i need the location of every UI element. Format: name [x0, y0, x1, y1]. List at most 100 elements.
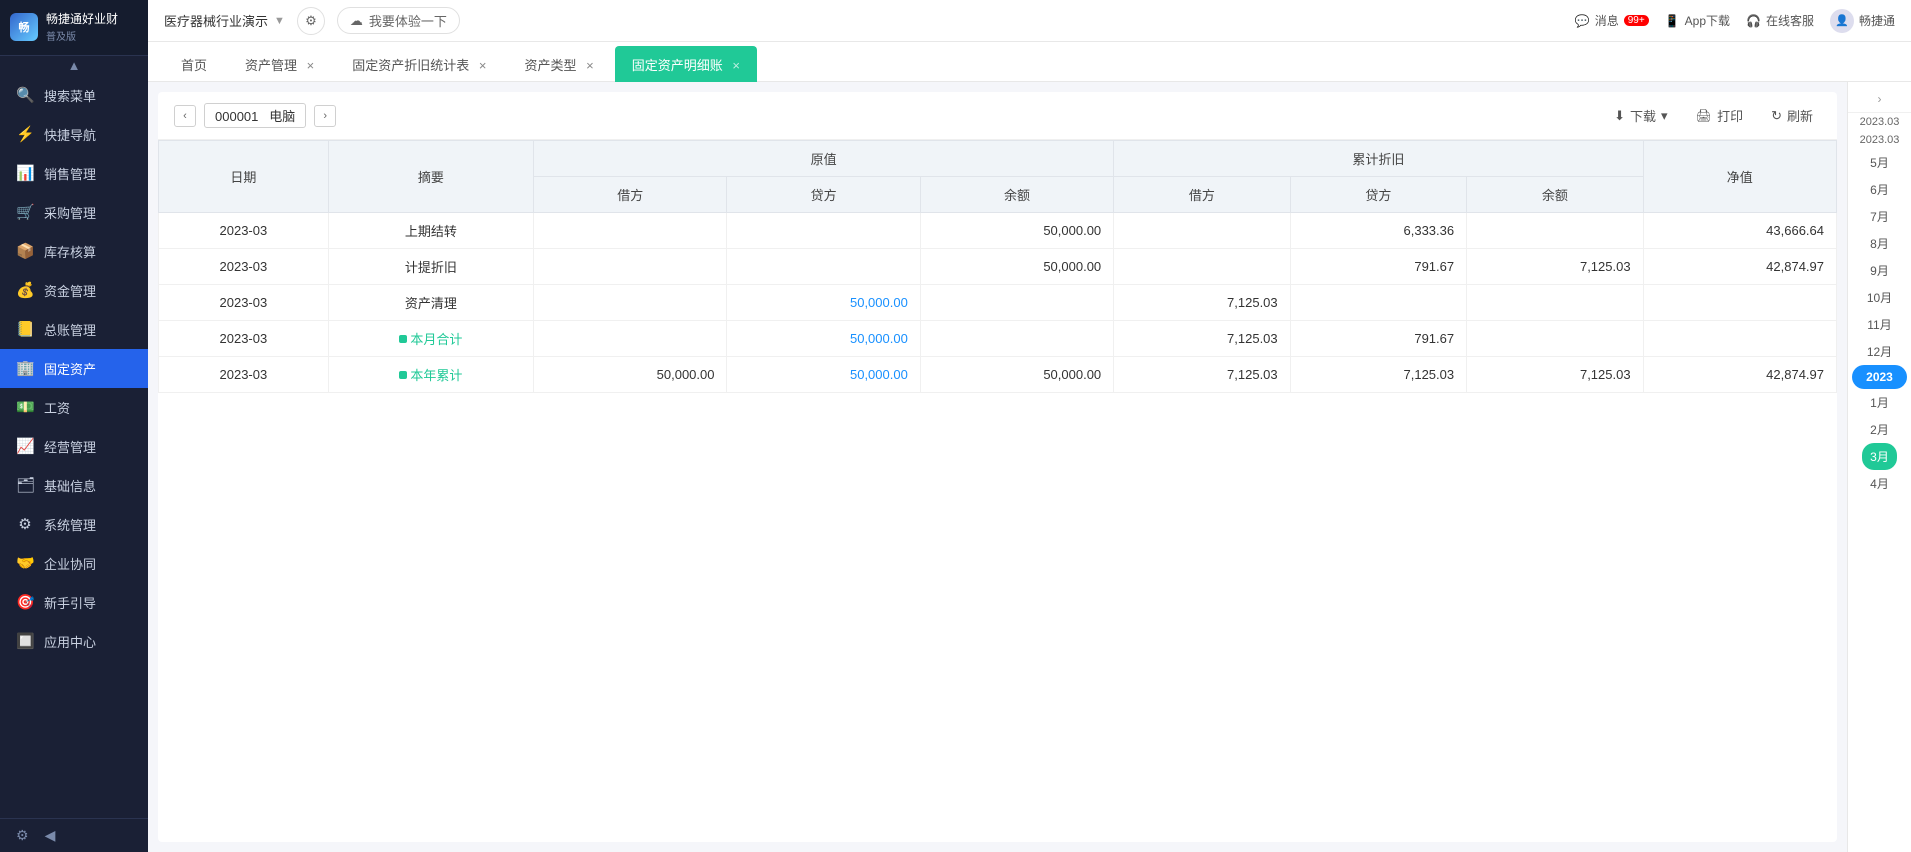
topbar-settings-btn[interactable]: ⚙ [297, 7, 325, 35]
rs-month[interactable]: 12月 [1859, 338, 1900, 365]
app-center-icon: 🔲 [16, 632, 34, 650]
sidebar-bottom: ⚙ ◀ [0, 818, 148, 852]
tab-asset-detail-close[interactable]: × [732, 58, 740, 73]
print-icon: 🖨 [1696, 108, 1713, 124]
cell-ov-debit [534, 285, 727, 321]
rs-month[interactable]: 11月 [1859, 311, 1900, 338]
message-action[interactable]: 💬 消息 99+ [1575, 12, 1649, 29]
sidebar-label-ledger: 总账管理 [44, 320, 96, 339]
tab-depreciation-close[interactable]: × [479, 58, 487, 73]
refresh-icon: ↻ [1771, 108, 1782, 124]
download-btn[interactable]: ⬇ 下载 ▾ [1606, 102, 1675, 129]
tab-asset-type[interactable]: 资产类型 × [507, 46, 610, 82]
cell-ad-balance: 7,125.03 [1467, 249, 1643, 285]
company-selector[interactable]: 医疗器械行业演示 ▼ [164, 11, 285, 30]
sidebar-item-ledger[interactable]: 📒总账管理 [0, 310, 148, 349]
cell-summary: 本月合计 [328, 321, 533, 357]
cell-date: 2023-03 [159, 285, 329, 321]
user-name: 畅捷通 [1859, 12, 1895, 29]
asset-nav: ‹ 000001 电脑 › ⬇ 下载 ▾ 🖨 [158, 92, 1837, 140]
rs-month[interactable]: 8月 [1859, 230, 1900, 257]
col-ov-credit: 贷方 [727, 177, 920, 213]
sidebar-label-purchase: 采购管理 [44, 203, 96, 222]
sidebar-item-fixed-asset[interactable]: 🏢固定资产 [0, 349, 148, 388]
rs-month[interactable]: 10月 [1859, 284, 1900, 311]
col-original-value: 原值 [534, 141, 1114, 177]
experience-btn[interactable]: ☁ 我要体验一下 [337, 7, 460, 34]
next-asset-btn[interactable]: › [314, 105, 336, 127]
col-ad-debit: 借方 [1114, 177, 1290, 213]
cell-ov-credit: 50,000.00 [727, 321, 920, 357]
tab-asset-mgmt[interactable]: 资产管理 × [228, 46, 331, 82]
table-row: 2023-03 上期结转 50,000.00 6,333.36 43,666.6… [159, 213, 1837, 249]
rs-month[interactable]: 1月 [1858, 389, 1901, 416]
user-profile[interactable]: 👤 畅捷通 [1830, 9, 1895, 33]
cell-summary: 资产清理 [328, 285, 533, 321]
cell-summary: 计提折旧 [328, 249, 533, 285]
sidebar-item-base-info[interactable]: 🗂基础信息 [0, 466, 148, 505]
topbar-right: 💬 消息 99+ 📱 App下载 🎧 在线客服 👤 畅捷通 [1575, 9, 1895, 33]
guide-icon: 🎯 [16, 593, 34, 611]
cell-ov-debit [534, 321, 727, 357]
content-area: ‹ 000001 电脑 › ⬇ 下载 ▾ 🖨 [148, 82, 1911, 852]
cloud-icon: ☁ [350, 13, 363, 29]
cell-ad-credit: 791.67 [1290, 321, 1466, 357]
print-btn[interactable]: 🖨 打印 [1688, 102, 1752, 129]
cell-ov-credit: 50,000.00 [727, 285, 920, 321]
sidebar-item-guide[interactable]: 🎯新手引导 [0, 583, 148, 622]
rs-month[interactable]: 6月 [1859, 176, 1900, 203]
cell-ad-balance [1467, 285, 1643, 321]
tab-asset-mgmt-close[interactable]: × [307, 58, 315, 73]
rs-month[interactable]: 3月 [1862, 443, 1897, 470]
rs-month[interactable]: 2月 [1858, 416, 1901, 443]
sidebar-item-search[interactable]: 🔍搜索菜单 [0, 76, 148, 115]
settings-icon[interactable]: ⚙ [16, 827, 29, 844]
sidebar-item-inventory[interactable]: 📦库存核算 [0, 232, 148, 271]
cell-ov-debit [534, 249, 727, 285]
tab-asset-detail-label: 固定资产明细账 [632, 58, 723, 73]
refresh-btn[interactable]: ↻ 刷新 [1763, 102, 1821, 129]
cell-ov-balance [920, 285, 1113, 321]
sidebar-item-enterprise[interactable]: 🤝企业协同 [0, 544, 148, 583]
sidebar-item-finance[interactable]: 💰资金管理 [0, 271, 148, 310]
sidebar-label-app-center: 应用中心 [44, 632, 96, 651]
cell-ad-balance [1467, 321, 1643, 357]
collapse-icon[interactable]: ◀ [45, 827, 56, 844]
sidebar-item-quick-nav[interactable]: ⚡快捷导航 [0, 115, 148, 154]
fixed-asset-icon: 🏢 [16, 359, 34, 377]
prev-asset-btn[interactable]: ‹ [174, 105, 196, 127]
sidebar-nav: 🔍搜索菜单⚡快捷导航📊销售管理🛒采购管理📦库存核算💰资金管理📒总账管理🏢固定资产… [0, 76, 148, 818]
message-icon: 💬 [1575, 14, 1590, 28]
table-row: 2023-03 本月合计 50,000.00 7,125.03 791.67 [159, 321, 1837, 357]
finance-icon: 💰 [16, 281, 34, 299]
sidebar-scroll-up[interactable]: ▲ [0, 56, 148, 76]
tab-asset-detail[interactable]: 固定资产明细账 × [615, 46, 757, 82]
rs-year-2023[interactable]: 2023 [1852, 365, 1907, 389]
data-table-container: 日期 摘要 原值 累计折旧 净值 借方 贷方 余额 借方 贷方 余额 [158, 140, 1837, 842]
company-dropdown-icon: ▼ [274, 15, 285, 27]
tab-depreciation-table[interactable]: 固定资产折旧统计表 × [335, 46, 503, 82]
sidebar-item-system[interactable]: ⚙系统管理 [0, 505, 148, 544]
headset-icon: 🎧 [1746, 14, 1761, 28]
main-panel: ‹ 000001 电脑 › ⬇ 下载 ▾ 🖨 [158, 92, 1837, 842]
rs-month[interactable]: 7月 [1859, 203, 1900, 230]
sidebar-item-sales[interactable]: 📊销售管理 [0, 154, 148, 193]
table-row: 2023-03 资产清理 50,000.00 7,125.03 [159, 285, 1837, 321]
next-icon: › [323, 110, 327, 122]
app-download-action[interactable]: 📱 App下载 [1665, 12, 1730, 29]
rs-month[interactable]: 4月 [1858, 470, 1901, 497]
sidebar-item-operations[interactable]: 📈经营管理 [0, 427, 148, 466]
sidebar-label-enterprise: 企业协同 [44, 554, 96, 573]
tab-home[interactable]: 首页 [164, 46, 224, 82]
cell-ad-debit: 7,125.03 [1114, 285, 1290, 321]
sidebar-item-payroll[interactable]: 💵工资 [0, 388, 148, 427]
online-service-action[interactable]: 🎧 在线客服 [1746, 12, 1814, 29]
rs-month[interactable]: 5月 [1859, 149, 1900, 176]
sidebar-item-purchase[interactable]: 🛒采购管理 [0, 193, 148, 232]
sidebar-item-app-center[interactable]: 🔲 应用中心 [0, 622, 148, 661]
payroll-icon: 💵 [16, 398, 34, 416]
rs-collapse-btn[interactable]: › [1872, 90, 1888, 108]
tab-asset-type-close[interactable]: × [586, 58, 594, 73]
col-net-value: 净值 [1643, 141, 1836, 213]
rs-month[interactable]: 9月 [1859, 257, 1900, 284]
